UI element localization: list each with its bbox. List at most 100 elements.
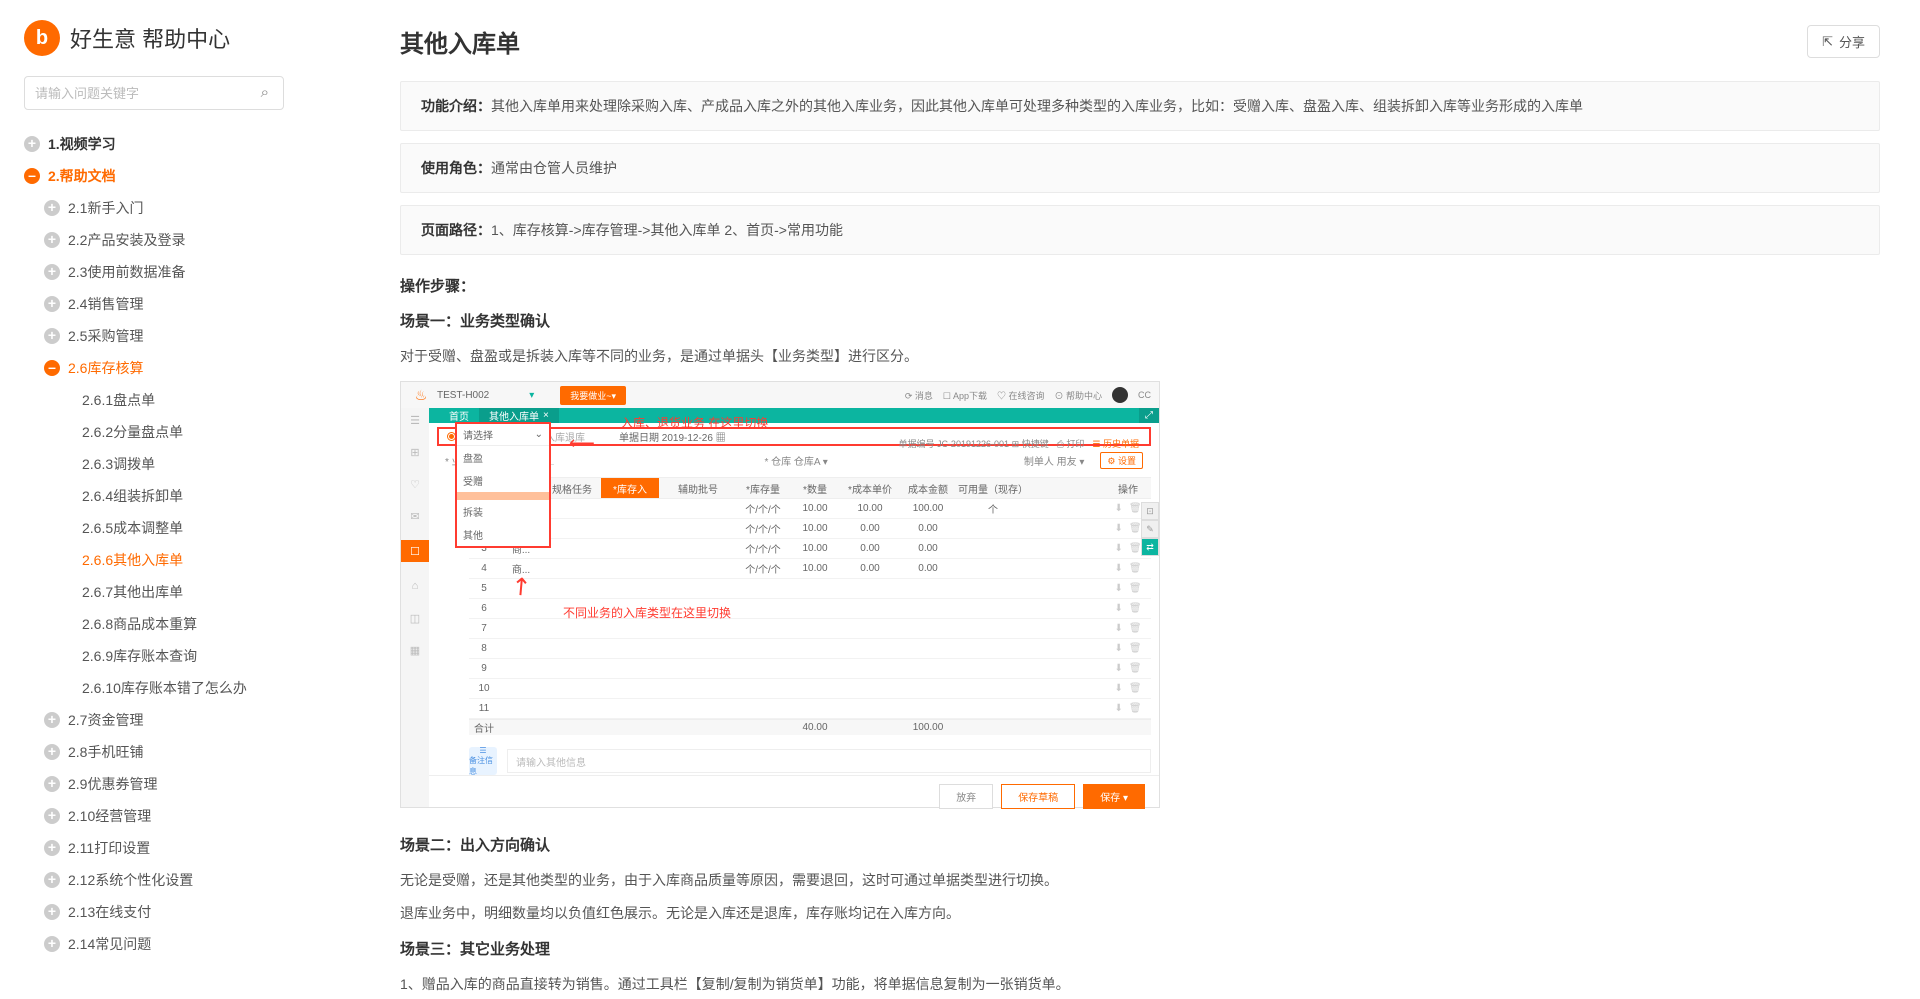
nav-2-14[interactable]: +2.14常见问题: [24, 928, 279, 960]
ss-date-field[interactable]: 单据日期 2019-12-26 ▦: [619, 429, 726, 444]
dropdown-item[interactable]: 其他: [457, 523, 549, 546]
table-row[interactable]: 1商...个/个/个10.0010.00100.00个⬇🗑: [469, 499, 1151, 519]
close-icon[interactable]: ×: [543, 410, 549, 421]
dropdown-item[interactable]: 盘盈: [457, 446, 549, 469]
nav-help-docs[interactable]: –2.帮助文档: [24, 160, 279, 192]
table-row[interactable]: 3商...个/个/个10.000.000.00⬇🗑: [469, 539, 1151, 559]
info-function: 功能介绍：其他入库单用来处理除采购入库、产成品入库之外的其他入库业务，因此其他入…: [400, 81, 1880, 131]
delete-icon[interactable]: 🗑: [1129, 623, 1142, 634]
ss-warehouse-field[interactable]: * 仓库 仓库A ▾: [764, 457, 827, 468]
search-input[interactable]: [24, 76, 284, 110]
ss-link-help[interactable]: ⊙ 帮助中心: [1054, 389, 1102, 402]
embedded-screenshot: ♨ TEST-H002 ▾ 我要做业~▾ ⟳ 消息 ☐ App下载 ♡ 在线咨询…: [400, 381, 1160, 808]
ss-nav-icon-active[interactable]: ☐: [401, 540, 429, 562]
ss-nav-icon[interactable]: ♡: [407, 476, 423, 492]
nav-2-6-8[interactable]: 2.6.8商品成本重算: [24, 608, 279, 640]
ss-tabs-expand-icon[interactable]: ⤢: [1139, 408, 1159, 423]
download-icon[interactable]: ⬇: [1114, 703, 1122, 714]
nav-2-6-1[interactable]: 2.6.1盘点单: [24, 384, 279, 416]
nav-2-4[interactable]: +2.4销售管理: [24, 288, 279, 320]
download-icon[interactable]: ⬇: [1114, 563, 1122, 574]
table-row[interactable]: 2商...个/个/个10.000.000.00⬇🗑: [469, 519, 1151, 539]
nav-2-11[interactable]: +2.11打印设置: [24, 832, 279, 864]
nav-2-6-3[interactable]: 2.6.3调拨单: [24, 448, 279, 480]
nav-2-9[interactable]: +2.9优惠券管理: [24, 768, 279, 800]
delete-icon[interactable]: 🗑: [1129, 703, 1142, 714]
download-icon[interactable]: ⬇: [1114, 663, 1122, 674]
draft-button[interactable]: 保存草稿: [1001, 784, 1075, 809]
delete-icon[interactable]: 🗑: [1129, 663, 1142, 674]
delete-icon[interactable]: 🗑: [1129, 523, 1142, 534]
nav-2-6-10[interactable]: 2.6.10库存账本错了怎么办: [24, 672, 279, 704]
ss-setting-button[interactable]: ⚙ 设置: [1100, 452, 1143, 469]
dropdown-item[interactable]: 受赠: [457, 469, 549, 492]
table-row[interactable]: 9⬇🗑: [469, 659, 1151, 679]
nav-2-6-6[interactable]: 2.6.6其他入库单: [24, 544, 279, 576]
ss-nav-icon[interactable]: ✉: [407, 508, 423, 524]
download-icon[interactable]: ⬇: [1114, 543, 1122, 554]
download-icon[interactable]: ⬇: [1114, 683, 1122, 694]
table-row[interactable]: 10⬇🗑: [469, 679, 1151, 699]
table-row[interactable]: 11⬇🗑: [469, 699, 1151, 719]
download-icon[interactable]: ⬇: [1114, 523, 1122, 534]
ss-tab-home[interactable]: 首页: [439, 408, 479, 423]
table-row[interactable]: 5⬇🗑: [469, 579, 1151, 599]
delete-icon[interactable]: 🗑: [1129, 543, 1142, 554]
ss-tool-icon[interactable]: ⇄: [1141, 538, 1159, 556]
download-icon[interactable]: ⬇: [1114, 643, 1122, 654]
download-icon[interactable]: ⬇: [1114, 583, 1122, 594]
ss-link-app[interactable]: ☐ App下载: [943, 389, 987, 402]
nav-2-10[interactable]: +2.10经营管理: [24, 800, 279, 832]
share-button[interactable]: ⇱分享: [1807, 25, 1880, 58]
ss-nav-icon[interactable]: ⊞: [407, 444, 423, 460]
logo-icon: b: [24, 20, 60, 56]
cancel-button[interactable]: 放弃: [939, 784, 993, 809]
nav-2-6-9[interactable]: 2.6.9库存账本查询: [24, 640, 279, 672]
ss-maker-field[interactable]: 制单人 用友 ▾: [1024, 453, 1085, 468]
nav-2-5[interactable]: +2.5采购管理: [24, 320, 279, 352]
search-icon[interactable]: ⌕: [261, 84, 269, 101]
nav-item-label: 2.帮助文档: [48, 160, 116, 192]
nav-2-13[interactable]: +2.13在线支付: [24, 896, 279, 928]
ss-link-msg[interactable]: ⟳ 消息: [905, 389, 933, 402]
ss-nav-icon[interactable]: ☰: [407, 412, 423, 428]
delete-icon[interactable]: 🗑: [1129, 563, 1142, 574]
nav-2-6-7[interactable]: 2.6.7其他出库单: [24, 576, 279, 608]
download-icon[interactable]: ⬇: [1114, 623, 1122, 634]
ss-nav-icon[interactable]: ⌂: [407, 578, 423, 594]
nav-2-1[interactable]: +2.1新手入门: [24, 192, 279, 224]
nav-2-2[interactable]: +2.2产品安装及登录: [24, 224, 279, 256]
delete-icon[interactable]: 🗑: [1129, 503, 1142, 514]
nav-2-6-4[interactable]: 2.6.4组装拆卸单: [24, 480, 279, 512]
delete-icon[interactable]: 🗑: [1129, 583, 1142, 594]
nav-2-8[interactable]: +2.8手机旺铺: [24, 736, 279, 768]
delete-icon[interactable]: 🗑: [1129, 643, 1142, 654]
info-label: 使用角色：: [421, 160, 491, 176]
table-row[interactable]: 7⬇🗑: [469, 619, 1151, 639]
nav-video-learning[interactable]: +1.视频学习: [24, 128, 279, 160]
nav-2-6-5[interactable]: 2.6.5成本调整单: [24, 512, 279, 544]
download-icon[interactable]: ⬇: [1114, 603, 1122, 614]
nav-2-6[interactable]: –2.6库存核算: [24, 352, 279, 384]
avatar-icon[interactable]: [1112, 387, 1128, 403]
download-icon[interactable]: ⬇: [1114, 503, 1122, 514]
dropdown-item[interactable]: [457, 492, 549, 500]
save-button[interactable]: 保存 ▾: [1083, 784, 1145, 809]
dropdown-item[interactable]: 拆装: [457, 500, 549, 523]
ss-tab-active[interactable]: 其他入库单×: [479, 408, 559, 423]
ss-tool-icon[interactable]: ⊡: [1141, 502, 1159, 520]
table-row[interactable]: 4商...个/个/个10.000.000.00⬇🗑: [469, 559, 1151, 579]
ss-nav-icon[interactable]: ▦: [407, 642, 423, 658]
ss-top-button[interactable]: 我要做业~▾: [560, 386, 626, 405]
delete-icon[interactable]: 🗑: [1129, 603, 1142, 614]
ss-link-chat[interactable]: ♡ 在线咨询: [997, 389, 1045, 402]
nav-2-7[interactable]: +2.7资金管理: [24, 704, 279, 736]
nav-2-6-2[interactable]: 2.6.2分量盘点单: [24, 416, 279, 448]
ss-tool-icon[interactable]: ✎: [1141, 520, 1159, 538]
table-row[interactable]: 8⬇🗑: [469, 639, 1151, 659]
nav-2-12[interactable]: +2.12系统个性化设置: [24, 864, 279, 896]
nav-2-3[interactable]: +2.3使用前数据准备: [24, 256, 279, 288]
remark-input[interactable]: 请输入其他信息: [507, 749, 1151, 773]
ss-nav-icon[interactable]: ◫: [407, 610, 423, 626]
delete-icon[interactable]: 🗑: [1129, 683, 1142, 694]
